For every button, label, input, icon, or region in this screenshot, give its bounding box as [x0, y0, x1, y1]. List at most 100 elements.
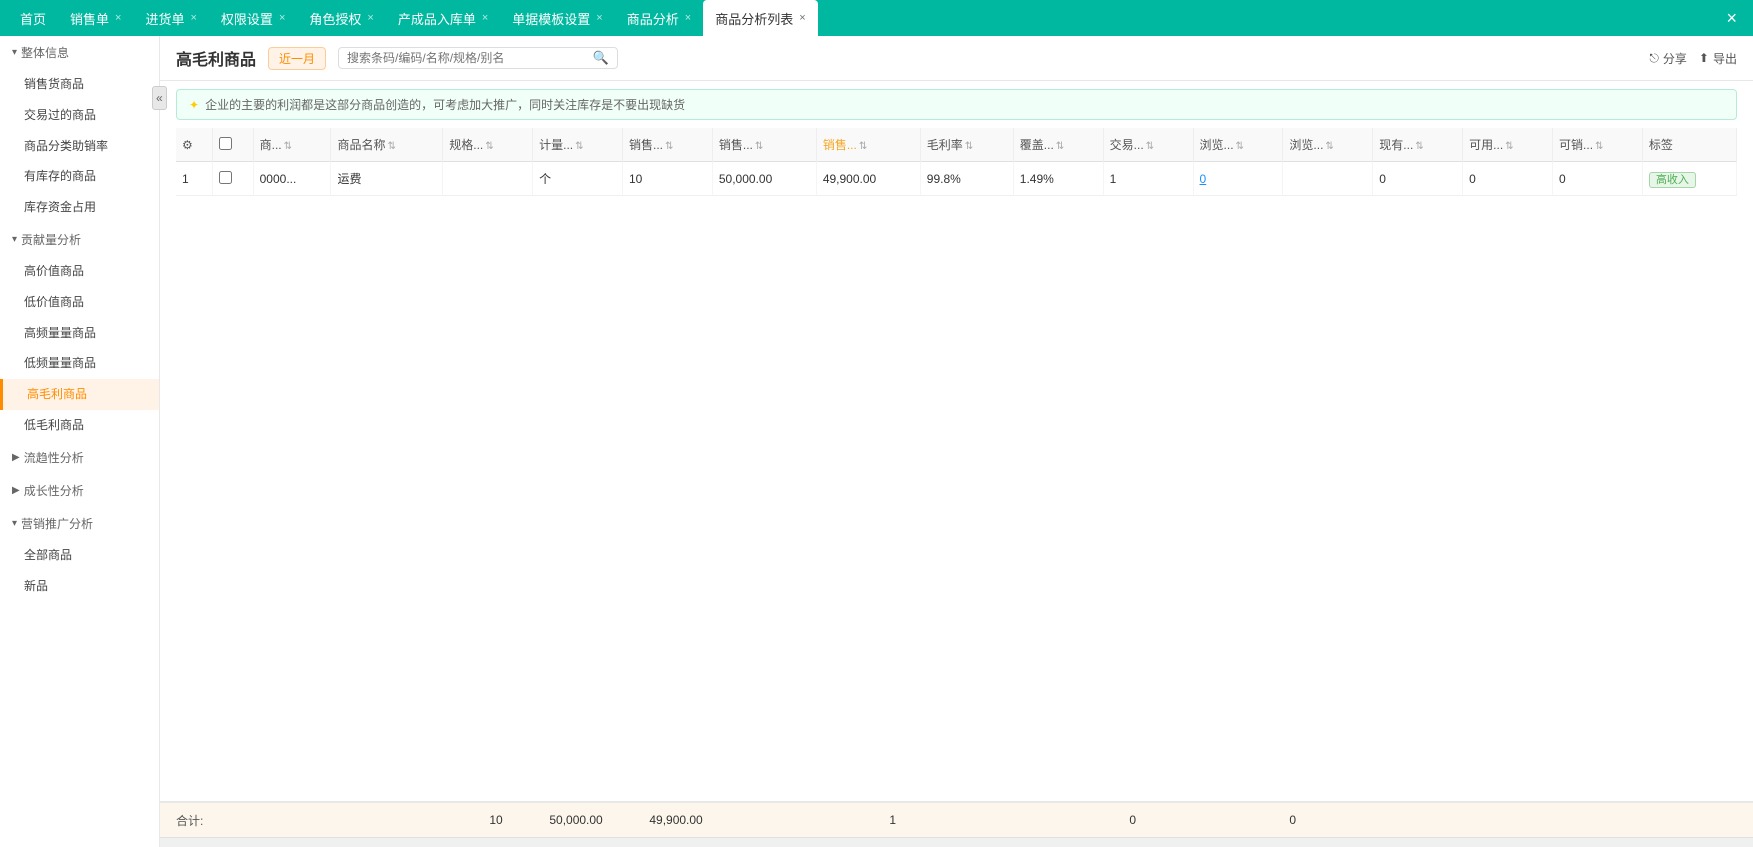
- sidebar-item-low-freq[interactable]: 低频量量商品: [0, 348, 159, 379]
- sidebar-item-new-goods[interactable]: 新品: [0, 571, 159, 602]
- sidebar-item-low-value[interactable]: 低价值商品: [0, 287, 159, 318]
- select-all-checkbox[interactable]: [219, 137, 232, 150]
- col-stock-current[interactable]: 现有...⇅: [1373, 128, 1463, 162]
- footer-empty3: [963, 813, 1123, 827]
- col-views1[interactable]: 浏览...⇅: [1193, 128, 1283, 162]
- sidebar-group-overview[interactable]: ▾ 整体信息: [0, 36, 159, 69]
- nav-template[interactable]: 单据模板设置 ×: [500, 0, 614, 36]
- table-row: 1 0000... 运费 个 10 50,000.00 49,900.00 99…: [176, 162, 1737, 196]
- table-header-row: ⚙ 商...⇅ 商品名称⇅ 规格...⇅ 计量...⇅ 销售...⇅ 销售...…: [176, 128, 1737, 162]
- filter-recent-month-button[interactable]: 近一月: [268, 47, 326, 70]
- nav-home[interactable]: 首页: [8, 0, 58, 36]
- col-views2[interactable]: 浏览...⇅: [1283, 128, 1373, 162]
- col-name[interactable]: 商品名称⇅: [331, 128, 443, 162]
- col-code[interactable]: 商...⇅: [253, 128, 331, 162]
- cell-views2: [1283, 162, 1373, 196]
- sidebar-item-all-goods[interactable]: 全部商品: [0, 540, 159, 571]
- search-icon[interactable]: 🔍: [593, 50, 609, 66]
- col-stock-saleable[interactable]: 可销...⇅: [1553, 128, 1643, 162]
- nav-permission[interactable]: 权限设置 ×: [209, 0, 297, 36]
- col-sales-qty[interactable]: 销售...⇅: [622, 128, 712, 162]
- col-sales-amount[interactable]: 销售...⇅: [712, 128, 816, 162]
- col-transactions[interactable]: 交易...⇅: [1103, 128, 1193, 162]
- high-income-badge: 高收入: [1649, 172, 1696, 188]
- info-banner: ✦ 企业的主要的利润都是这部分商品创造的，可考虑加大推广，同时关注库存是不要出现…: [176, 89, 1737, 120]
- views-link[interactable]: 0: [1200, 172, 1207, 186]
- data-table: ⚙ 商...⇅ 商品名称⇅ 规格...⇅ 计量...⇅ 销售...⇅ 销售...…: [176, 128, 1737, 196]
- export-button[interactable]: ⬆ 导出: [1699, 50, 1737, 67]
- footer-empty4: [1203, 813, 1283, 827]
- nav-purchase[interactable]: 进货单 ×: [133, 0, 208, 36]
- sidebar-item-high-value[interactable]: 高价值商品: [0, 256, 159, 287]
- col-coverage[interactable]: 覆盖...⇅: [1013, 128, 1103, 162]
- sidebar-group-trend[interactable]: ▶ 流趋性分析: [0, 441, 159, 474]
- cell-transactions: 1: [1103, 162, 1193, 196]
- row-checkbox[interactable]: [219, 171, 232, 184]
- footer-cell-empty1: [223, 813, 483, 827]
- close-permission-tab[interactable]: ×: [279, 12, 285, 24]
- sidebar-item-low-margin[interactable]: 低毛利商品: [0, 410, 159, 441]
- cell-spec: [443, 162, 533, 196]
- arrow-down-icon3: ▾: [12, 518, 17, 529]
- footer-stock-saleable: 0: [1283, 813, 1363, 827]
- horizontal-scrollbar[interactable]: [160, 837, 1753, 847]
- search-box: 🔍: [338, 47, 618, 69]
- close-role-tab[interactable]: ×: [367, 12, 373, 24]
- footer-stock-current: 0: [1123, 813, 1203, 827]
- content-header: 高毛利商品 近一月 🔍 ⎋ 分享 ⬆ 导出: [160, 36, 1753, 81]
- cell-name: 运费: [331, 162, 443, 196]
- sidebar-item-sales-goods[interactable]: 销售货商品: [0, 69, 159, 100]
- top-navigation: 首页 销售单 × 进货单 × 权限设置 × 角色授权 × 产成品入库单 × 单据…: [0, 0, 1753, 36]
- close-template-tab[interactable]: ×: [596, 12, 602, 24]
- col-settings[interactable]: ⚙: [176, 128, 212, 162]
- search-input[interactable]: [347, 51, 593, 65]
- sidebar-collapse-button[interactable]: «: [152, 86, 167, 110]
- export-icon: ⬆: [1699, 51, 1709, 65]
- nav-finished-goods[interactable]: 产成品入库单 ×: [386, 0, 500, 36]
- col-stock-available[interactable]: 可用...⇅: [1463, 128, 1553, 162]
- sidebar-item-stock-capital[interactable]: 库存资金占用: [0, 192, 159, 223]
- nav-product-analysis[interactable]: 商品分析 ×: [615, 0, 703, 36]
- close-finished-goods-tab[interactable]: ×: [482, 12, 488, 24]
- close-analysis-list-tab[interactable]: ×: [799, 12, 805, 24]
- nav-role[interactable]: 角色授权 ×: [297, 0, 385, 36]
- col-spec[interactable]: 规格...⇅: [443, 128, 533, 162]
- footer-sales-profit: 49,900.00: [643, 813, 743, 827]
- arrow-down-icon: ▾: [12, 47, 17, 58]
- sidebar-item-high-freq[interactable]: 高频量量商品: [0, 318, 159, 349]
- cell-gross-margin: 99.8%: [920, 162, 1013, 196]
- header-actions: ⎋ 分享 ⬆ 导出: [1649, 50, 1737, 67]
- sidebar-item-in-stock[interactable]: 有库存的商品: [0, 161, 159, 192]
- share-icon: ⎋: [1649, 51, 1659, 66]
- sidebar-item-high-margin[interactable]: 高毛利商品: [0, 379, 159, 410]
- page-title: 高毛利商品: [176, 46, 256, 70]
- sidebar-item-category-rate[interactable]: 商品分类助销率: [0, 131, 159, 162]
- cell-unit: 个: [533, 162, 623, 196]
- col-gross-margin[interactable]: 毛利率⇅: [920, 128, 1013, 162]
- col-unit[interactable]: 计量...⇅: [533, 128, 623, 162]
- sidebar-group-growth[interactable]: ▶ 成长性分析: [0, 474, 159, 507]
- cell-views1[interactable]: 0: [1193, 162, 1283, 196]
- nav-sales[interactable]: 销售单 ×: [58, 0, 133, 36]
- close-sales-tab[interactable]: ×: [115, 12, 121, 24]
- footer-values: 10 50,000.00 49,900.00 1 0 0: [223, 813, 1737, 827]
- table-footer: 合计: 10 50,000.00 49,900.00 1 0 0: [160, 801, 1753, 837]
- share-button[interactable]: ⎋ 分享: [1649, 50, 1687, 67]
- footer-sales-qty: 10: [483, 813, 543, 827]
- cell-index: 1: [176, 162, 212, 196]
- sidebar-group-contribution[interactable]: ▾ 贡献量分析: [0, 223, 159, 256]
- footer-label: 合计:: [176, 812, 203, 829]
- nav-product-analysis-list[interactable]: 商品分析列表 ×: [703, 0, 817, 36]
- col-sales-profit[interactable]: 销售...⇅: [816, 128, 920, 162]
- cell-checkbox[interactable]: [212, 162, 253, 196]
- sidebar-group-marketing[interactable]: ▾ 营销推广分析: [0, 507, 159, 540]
- sidebar-item-traded-goods[interactable]: 交易过的商品: [0, 100, 159, 131]
- col-checkbox[interactable]: [212, 128, 253, 162]
- close-all-button[interactable]: ×: [1718, 8, 1745, 29]
- col-tag[interactable]: 标签: [1642, 128, 1736, 162]
- table-container: ⚙ 商...⇅ 商品名称⇅ 规格...⇅ 计量...⇅ 销售...⇅ 销售...…: [160, 128, 1753, 801]
- footer-sales-amount: 50,000.00: [543, 813, 643, 827]
- close-purchase-tab[interactable]: ×: [190, 12, 196, 24]
- close-product-analysis-tab[interactable]: ×: [685, 12, 691, 24]
- arrow-right-icon: ▶: [12, 452, 20, 463]
